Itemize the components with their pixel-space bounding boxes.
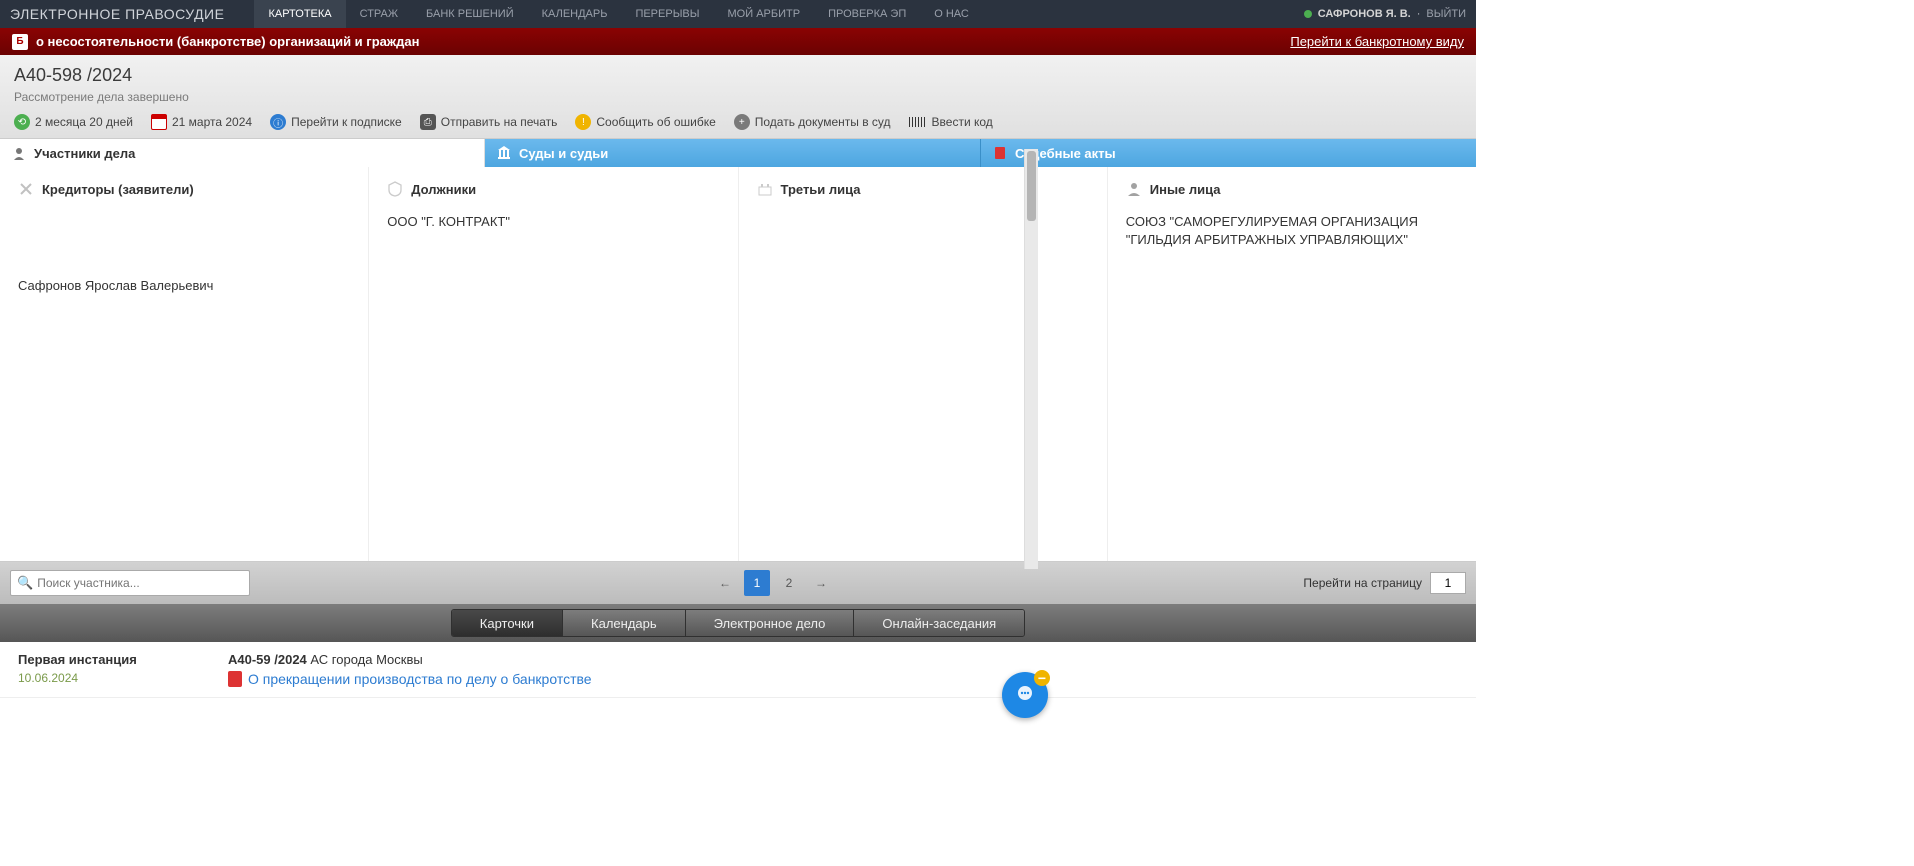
col-third-parties: Третьи лица xyxy=(739,167,1108,561)
col-creditors: Кредиторы (заявители) Сафронов Ярослав В… xyxy=(0,167,369,561)
page-1[interactable]: 1 xyxy=(744,570,770,596)
logout-link[interactable]: ВЫЙТИ xyxy=(1426,8,1466,20)
instance-label: Первая инстанция xyxy=(18,652,188,667)
bankruptcy-view-link[interactable]: Перейти к банкротному виду xyxy=(1290,34,1464,49)
pagination: ← 1 2 → xyxy=(712,570,834,596)
other-icon xyxy=(1126,181,1142,197)
search-icon: 🔍 xyxy=(17,575,33,591)
case-header: А40-598 /2024 Рассмотрение дела завершен… xyxy=(0,55,1476,139)
viewtab-online[interactable]: Онлайн-заседания xyxy=(854,610,1024,636)
nav-strazh[interactable]: СТРАЖ xyxy=(346,0,412,28)
pdf-icon xyxy=(993,146,1007,160)
doc-case-line: А40-59 /2024 АС города Москвы xyxy=(228,652,1458,667)
debtor-entry[interactable]: ООО "Г. КОНТРАКТ" xyxy=(387,213,719,231)
page-2[interactable]: 2 xyxy=(776,570,802,596)
viewtab-cards[interactable]: Карточки xyxy=(452,610,563,636)
warning-icon: ! xyxy=(575,114,591,130)
subscribe-link[interactable]: ⓘ Перейти к подписке xyxy=(270,114,402,130)
barcode-icon xyxy=(909,117,927,127)
minimize-icon[interactable]: − xyxy=(1034,670,1050,686)
main-nav: КАРТОТЕКА СТРАЖ БАНК РЕШЕНИЙ КАЛЕНДАРЬ П… xyxy=(254,0,982,28)
case-number: А40-598 /2024 xyxy=(14,65,1462,86)
chat-icon xyxy=(1013,683,1037,707)
page-next[interactable]: → xyxy=(808,570,834,596)
participant-search-input[interactable] xyxy=(37,576,243,590)
nav-check[interactable]: ПРОВЕРКА ЭП xyxy=(814,0,920,28)
other-entry[interactable]: СОЮЗ "САМОРЕГУЛИРУЕМАЯ ОРГАНИЗАЦИЯ "ГИЛЬ… xyxy=(1126,213,1458,249)
col-debtors: Должники ООО "Г. КОНТРАКТ" xyxy=(369,167,738,561)
report-error-link[interactable]: ! Сообщить об ошибке xyxy=(575,114,715,130)
nav-kartoteka[interactable]: КАРТОТЕКА xyxy=(254,0,345,28)
case-type-label: о несостоятельности (банкротстве) органи… xyxy=(36,34,419,49)
nav-calendar[interactable]: КАЛЕНДАРЬ xyxy=(528,0,622,28)
calendar-icon xyxy=(151,114,167,130)
refresh-icon: ⟲ xyxy=(14,114,30,130)
plus-icon: + xyxy=(734,114,750,130)
user-name[interactable]: САФРОНОВ Я. В. xyxy=(1318,8,1411,20)
tab-courts[interactable]: Суды и судьи xyxy=(485,139,981,167)
submit-docs-link[interactable]: + Подать документы в суд xyxy=(734,114,891,130)
viewtab-calendar[interactable]: Календарь xyxy=(563,610,686,636)
search-bar: 🔍 ← 1 2 → Перейти на страницу xyxy=(0,562,1476,604)
bankruptcy-badge-icon: Б xyxy=(12,34,28,50)
view-tabs-bar: Карточки Календарь Электронное дело Онла… xyxy=(0,604,1476,642)
creditors-icon xyxy=(18,181,34,197)
third-icon xyxy=(757,181,773,197)
pdf-mini-icon xyxy=(228,671,242,687)
creditor-entry[interactable]: Сафронов Ярослав Валерьевич xyxy=(18,277,350,295)
enter-code-link[interactable]: Ввести код xyxy=(909,115,993,129)
search-input-wrap[interactable]: 🔍 xyxy=(10,570,250,596)
nav-breaks[interactable]: ПЕРЕРЫВЫ xyxy=(621,0,713,28)
nav-about[interactable]: О НАС xyxy=(920,0,983,28)
print-link[interactable]: ⎙ Отправить на печать xyxy=(420,114,558,130)
topbar: ЭЛЕКТРОННОЕ ПРАВОСУДИЕ КАРТОТЕКА СТРАЖ Б… xyxy=(0,0,1476,28)
debtors-icon xyxy=(387,181,403,197)
tab-acts[interactable]: Судебные акты xyxy=(981,139,1476,167)
brand-logo: ЭЛЕКТРОННОЕ ПРАВОСУДИЕ xyxy=(10,6,224,22)
tab-participants[interactable]: Участники дела xyxy=(0,139,485,167)
nav-bank[interactable]: БАНК РЕШЕНИЙ xyxy=(412,0,528,28)
goto-page-input[interactable] xyxy=(1430,572,1466,594)
status-online-icon xyxy=(1304,10,1312,18)
chat-widget[interactable]: − xyxy=(1002,672,1048,718)
goto-label: Перейти на страницу xyxy=(1303,576,1422,590)
document-row: Первая инстанция 10.06.2024 А40-59 /2024… xyxy=(0,642,1476,698)
case-duration: ⟲ 2 месяца 20 дней xyxy=(14,114,133,130)
page-prev[interactable]: ← xyxy=(712,570,738,596)
case-date: 21 марта 2024 xyxy=(151,114,252,130)
scrollbar[interactable] xyxy=(1024,149,1038,569)
doc-date: 10.06.2024 xyxy=(18,671,188,685)
shield-icon: ⓘ xyxy=(270,114,286,130)
scroll-thumb[interactable] xyxy=(1027,151,1036,221)
person-icon xyxy=(12,146,26,160)
document-link[interactable]: О прекращении производства по делу о бан… xyxy=(228,671,1458,687)
printer-icon: ⎙ xyxy=(420,114,436,130)
section-tabs: Участники дела Суды и судьи Судебные акт… xyxy=(0,139,1476,167)
case-type-bar: Б о несостоятельности (банкротстве) орга… xyxy=(0,28,1476,55)
participants-panel: Кредиторы (заявители) Сафронов Ярослав В… xyxy=(0,167,1476,562)
nav-arbiter[interactable]: МОЙ АРБИТР xyxy=(714,0,815,28)
col-other-parties: Иные лица СОЮЗ "САМОРЕГУЛИРУЕМАЯ ОРГАНИЗ… xyxy=(1108,167,1476,561)
case-status: Рассмотрение дела завершено xyxy=(14,90,1462,104)
viewtab-ecase[interactable]: Электронное дело xyxy=(686,610,855,636)
court-icon xyxy=(497,146,511,160)
